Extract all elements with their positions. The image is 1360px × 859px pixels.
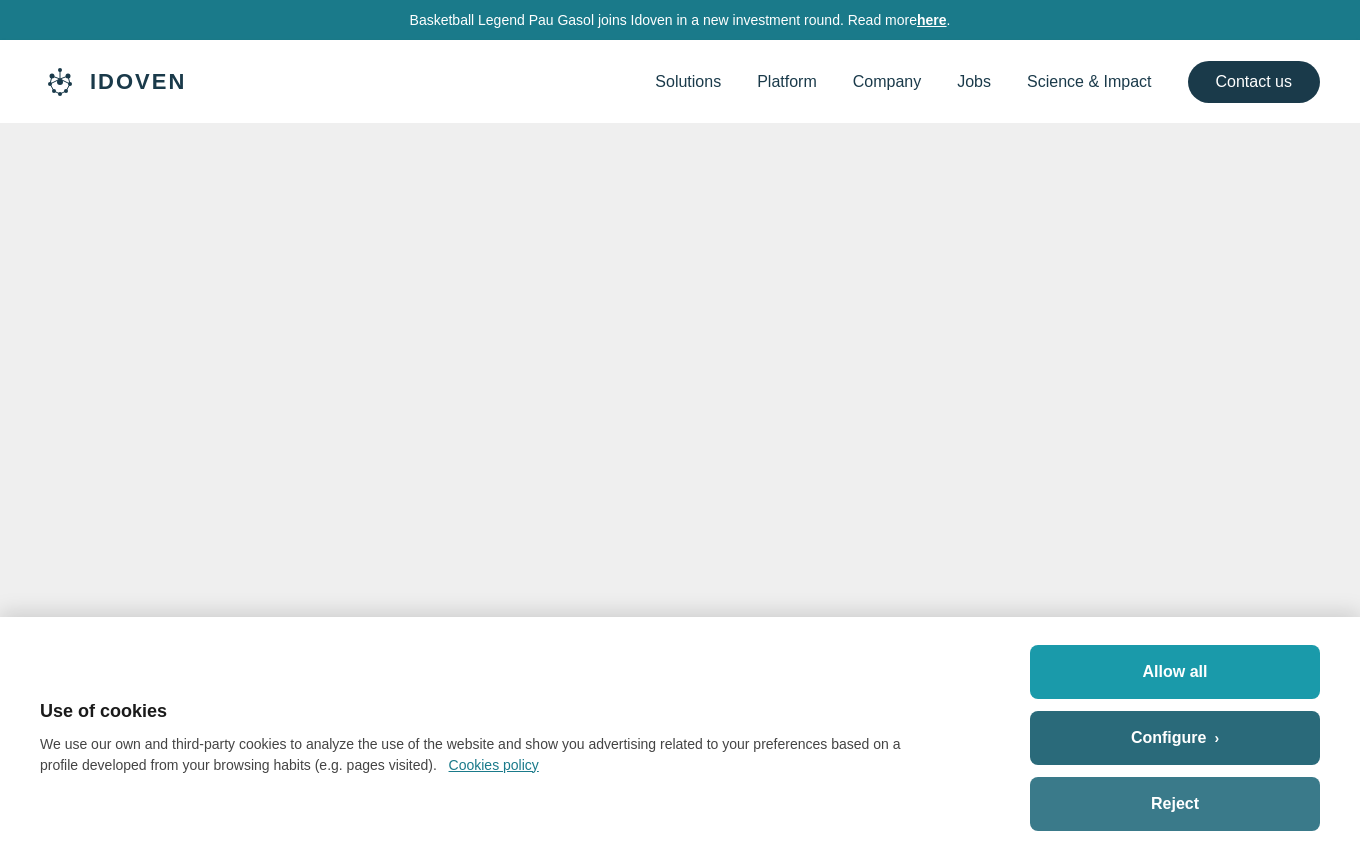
svg-line-17 — [66, 84, 70, 91]
cookie-description: We use our own and third-party cookies t… — [40, 734, 940, 776]
nav-science-impact[interactable]: Science & Impact — [1027, 73, 1152, 91]
cookie-title: Use of cookies — [40, 701, 940, 722]
nav-jobs[interactable]: Jobs — [957, 73, 991, 91]
chevron-right-icon: › — [1214, 730, 1219, 746]
cookie-buttons: Allow all Configure › Reject — [1030, 645, 1320, 831]
nav-platform[interactable]: Platform — [757, 73, 817, 91]
logo[interactable]: IDOVEN — [40, 62, 186, 102]
announcement-link[interactable]: here — [917, 12, 947, 28]
contact-button[interactable]: Contact us — [1188, 61, 1320, 103]
cookie-policy-link[interactable]: Cookies policy — [449, 757, 539, 773]
configure-button[interactable]: Configure › — [1030, 711, 1320, 765]
reject-button[interactable]: Reject — [1030, 777, 1320, 831]
announcement-period: . — [947, 12, 951, 28]
logo-icon — [40, 62, 80, 102]
nav-company[interactable]: Company — [853, 73, 921, 91]
nav-solutions[interactable]: Solutions — [655, 73, 721, 91]
cookie-banner: Use of cookies We use our own and third-… — [0, 617, 1360, 859]
logo-text: IDOVEN — [90, 69, 186, 95]
navbar: IDOVEN Solutions Platform Company Jobs S… — [0, 40, 1360, 123]
nav-links: Solutions Platform Company Jobs Science … — [655, 61, 1320, 103]
allow-all-button[interactable]: Allow all — [1030, 645, 1320, 699]
main-content — [0, 123, 1360, 644]
announcement-text: Basketball Legend Pau Gasol joins Idoven… — [410, 12, 917, 28]
cookie-text-section: Use of cookies We use our own and third-… — [40, 701, 940, 776]
svg-line-16 — [50, 84, 54, 91]
announcement-bar: Basketball Legend Pau Gasol joins Idoven… — [0, 0, 1360, 40]
